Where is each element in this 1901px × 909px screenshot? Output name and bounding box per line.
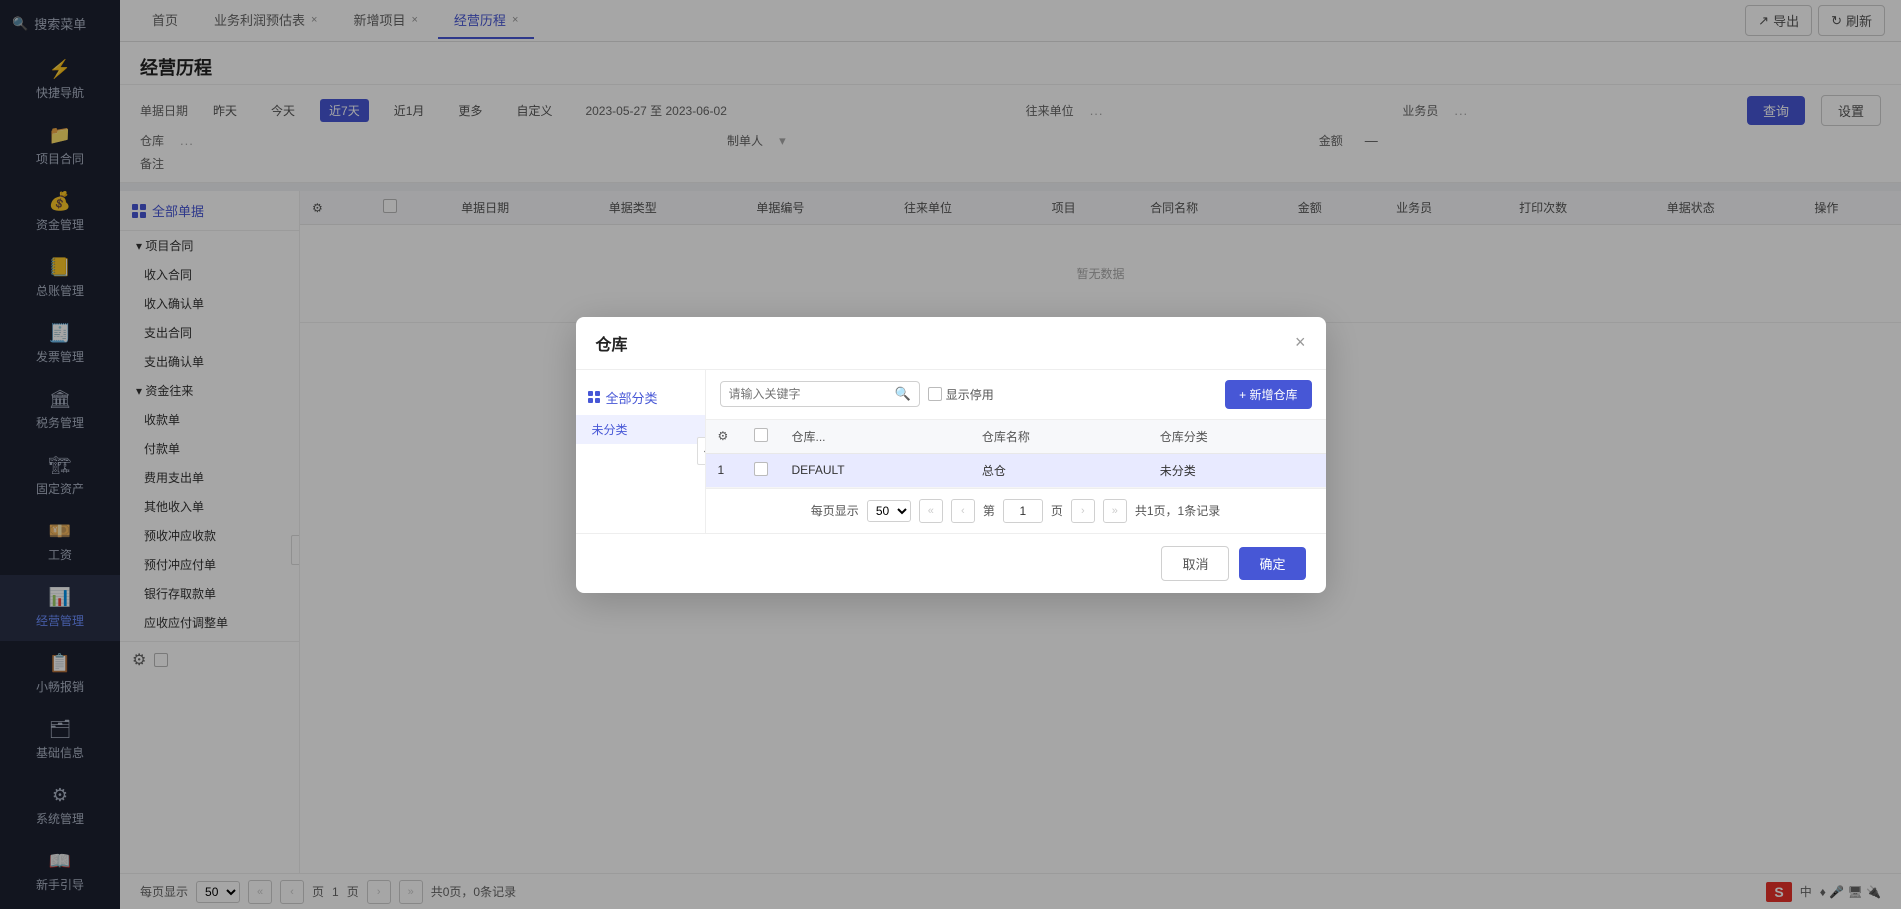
- dialog-content: 🔍 显示停用 + 新增仓库 ⚙: [706, 370, 1326, 533]
- dialog-pagination: 每页显示 50 « ‹ 第 页 › » 共1页，1条记录: [706, 488, 1326, 533]
- show-disabled-checkbox[interactable]: [928, 387, 942, 401]
- dialog-col-checkbox[interactable]: [742, 420, 780, 454]
- dialog-sidebar-item-uncategorized[interactable]: 未分类: [576, 415, 705, 444]
- row-name: 总仓: [970, 453, 1148, 487]
- row-code: DEFAULT: [780, 453, 970, 487]
- dialog-footer: 取消 确定: [576, 533, 1326, 593]
- dialog-page-suffix: 页: [1051, 502, 1063, 519]
- dialog-page-next[interactable]: ›: [1071, 499, 1095, 523]
- dialog-search-area: 🔍 显示停用: [720, 381, 994, 407]
- dialog-sidebar-all[interactable]: 全部分类: [576, 380, 705, 415]
- row-index: 1: [706, 453, 742, 487]
- add-warehouse-button[interactable]: + 新增仓库: [1225, 380, 1311, 409]
- dialog-col-code: 仓库...: [780, 420, 970, 454]
- confirm-button[interactable]: 确定: [1239, 547, 1305, 580]
- dialog-total: 共1页，1条记录: [1135, 502, 1220, 519]
- dialog-page-input[interactable]: [1003, 499, 1043, 523]
- search-input[interactable]: [729, 387, 889, 401]
- dialog-page-last[interactable]: »: [1103, 499, 1127, 523]
- dialog-col-settings[interactable]: ⚙: [706, 420, 742, 454]
- row-category: 未分类: [1148, 453, 1326, 487]
- dialog-title: 仓库: [596, 331, 628, 355]
- dialog-toolbar: 🔍 显示停用 + 新增仓库: [706, 370, 1326, 420]
- dialog-body: 全部分类 未分类 ‹ 🔍 显示停用: [576, 370, 1326, 533]
- search-icon-btn[interactable]: 🔍: [895, 386, 911, 402]
- dialog-close-button[interactable]: ×: [1295, 332, 1306, 353]
- row-checkbox[interactable]: [742, 453, 780, 487]
- dialog-col-name: 仓库名称: [970, 420, 1148, 454]
- dialog-per-page-select[interactable]: 50: [867, 500, 911, 522]
- grid-icon-small: [588, 391, 600, 403]
- show-disabled-label: 显示停用: [946, 386, 994, 403]
- cancel-button[interactable]: 取消: [1161, 546, 1229, 581]
- warehouse-dialog: 仓库 × 全部分类 未分类 ‹: [576, 317, 1326, 593]
- dialog-sidebar: 全部分类 未分类 ‹: [576, 370, 706, 533]
- show-disabled-area: 显示停用: [928, 386, 994, 403]
- dialog-header: 仓库 ×: [576, 317, 1326, 370]
- table-row[interactable]: 1 DEFAULT 总仓 未分类: [706, 453, 1326, 487]
- dialog-page-prev[interactable]: ‹: [951, 499, 975, 523]
- dialog-per-page-label: 每页显示: [811, 502, 859, 519]
- dialog-all-label: 全部分类: [606, 388, 658, 407]
- dialog-table-wrap: ⚙ 仓库... 仓库名称 仓库分类 1 DEFAULT: [706, 420, 1326, 488]
- dialog-sidebar-collapse[interactable]: ‹: [697, 437, 706, 465]
- dialog-table: ⚙ 仓库... 仓库名称 仓库分类 1 DEFAULT: [706, 420, 1326, 488]
- dialog-col-category: 仓库分类: [1148, 420, 1326, 454]
- dialog-page-label: 第: [983, 502, 995, 519]
- dialog-page-first[interactable]: «: [919, 499, 943, 523]
- search-input-wrap: 🔍: [720, 381, 920, 407]
- dialog-overlay[interactable]: 仓库 × 全部分类 未分类 ‹: [0, 0, 1901, 909]
